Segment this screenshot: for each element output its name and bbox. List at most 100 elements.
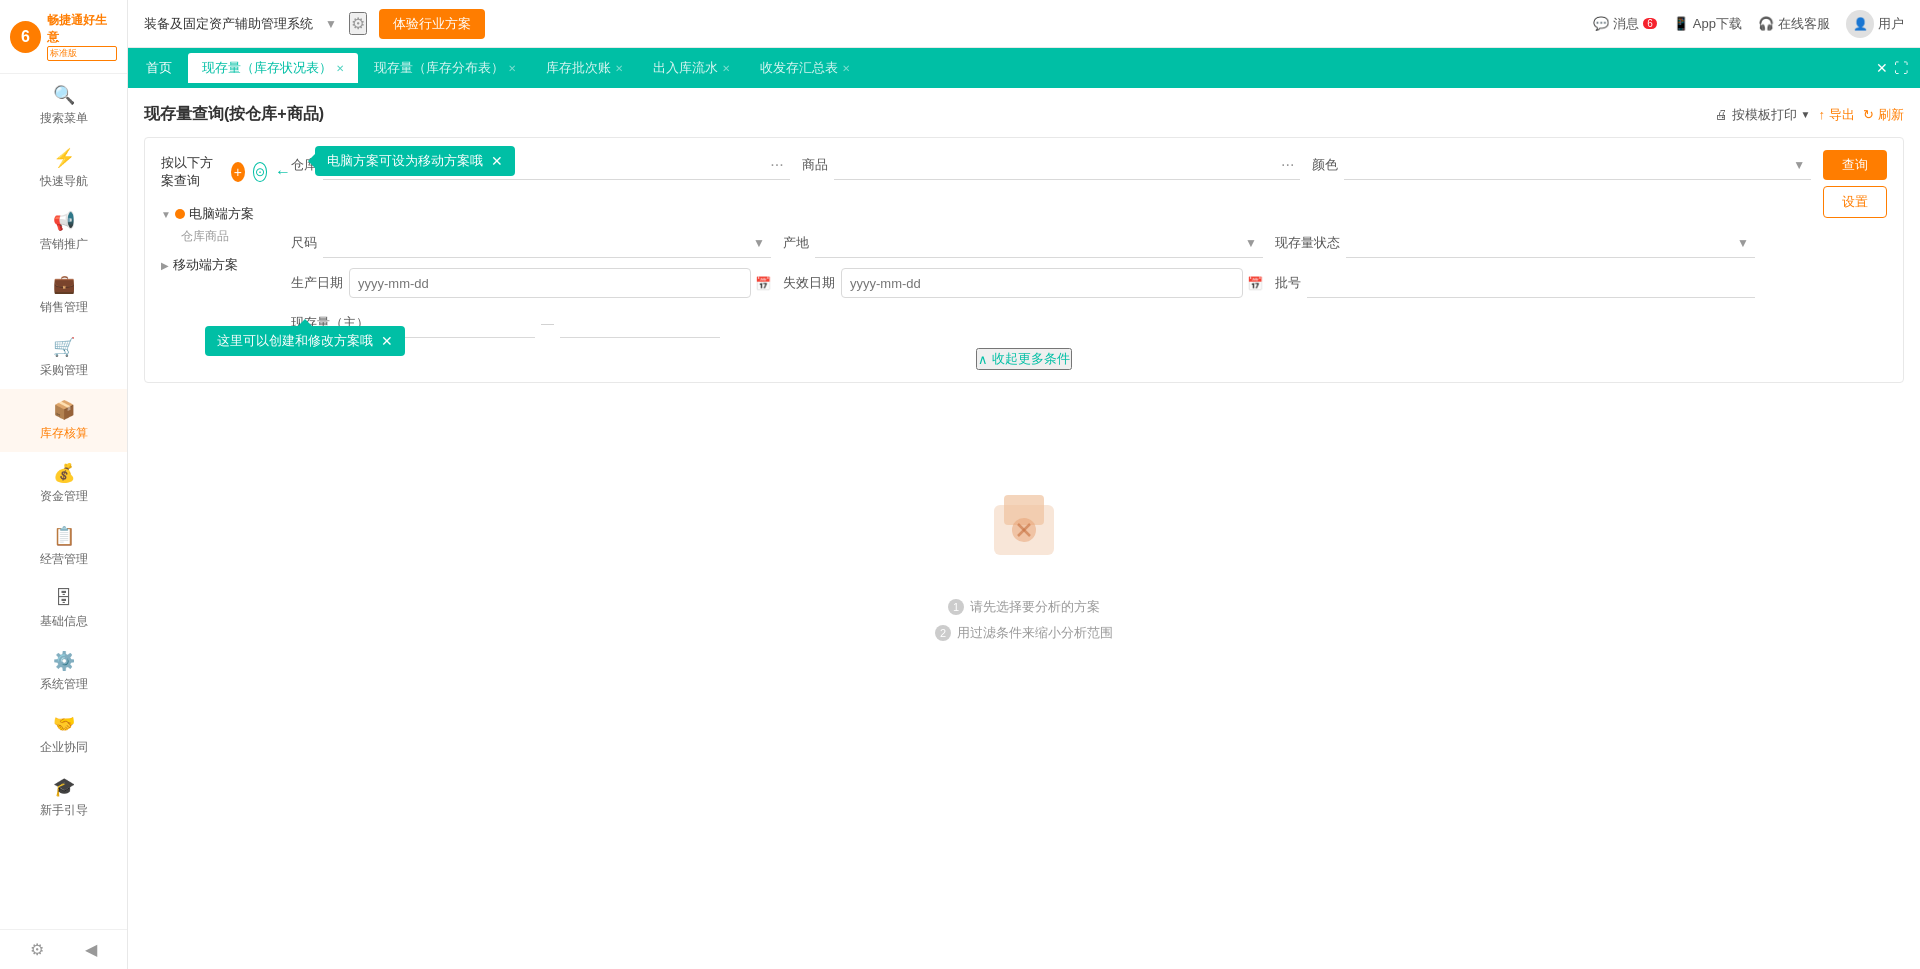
user-item[interactable]: 👤 用户 (1846, 10, 1904, 38)
expire-date-field: 失效日期 📅 (783, 268, 1263, 298)
tab-controls: ✕ ⛶ (1876, 60, 1916, 76)
scheme-sub: 仓库商品 (161, 226, 291, 247)
produce-date-input[interactable] (349, 268, 751, 298)
tooltip-create-scheme: 这里可以创建和修改方案哦 ✕ (205, 326, 405, 356)
sidebar-nav: 🔍 搜索菜单 ⚡ 快速导航 📢 营销推广 💼 销售管理 🛒 采购管理 📦 库存核… (0, 74, 127, 929)
filter-area: 电脑方案可设为移动方案哦 ✕ 这里可以创建和修改方案哦 ✕ 按以下方案查询 + … (144, 137, 1904, 383)
produce-date-calendar-icon[interactable]: 📅 (755, 276, 771, 291)
page-title-bar: 现存量查询(按仓库+商品) 🖨 按模板打印 ▼ ↑ 导出 ↻ 刷新 (144, 104, 1904, 125)
tab-bar: 首页 现存量（库存状况表） ✕ 现存量（库存分布表） ✕ 库存批次账 ✕ 出入库… (128, 48, 1920, 88)
sidebar-item-inventory[interactable]: 📦 库存核算 (0, 389, 127, 452)
goods-label: 商品 (802, 156, 828, 174)
filter-content: 按以下方案查询 + ⊙ ← ▼ 电脑端方案 (161, 150, 1887, 338)
sidebar-item-operations[interactable]: 📋 经营管理 (0, 515, 127, 578)
gear-button[interactable]: ⚙ (349, 12, 367, 35)
export-icon: ↑ (1819, 107, 1826, 122)
sidebar-item-finance[interactable]: 💰 资金管理 (0, 452, 127, 515)
print-icon: 🖨 (1715, 107, 1728, 122)
corp-icon: 🤝 (53, 713, 75, 735)
sidebar-item-corp[interactable]: 🤝 企业协同 (0, 703, 127, 766)
filter-bottom: ∧ 收起更多条件 (161, 348, 1887, 370)
filter-right: 仓库 ··· 商品 ··· (291, 150, 1887, 338)
tooltip-scheme: 电脑方案可设为移动方案哦 ✕ (315, 146, 515, 176)
print-button[interactable]: 🖨 按模板打印 ▼ (1715, 106, 1811, 124)
size-label: 尺码 (291, 234, 317, 252)
goods-ellipsis-icon[interactable]: ··· (1281, 156, 1294, 174)
tab-batch[interactable]: 库存批次账 ✕ (532, 53, 637, 83)
back-arrow-button[interactable]: ← (275, 163, 291, 181)
goods-input[interactable]: ··· (834, 150, 1301, 180)
scheme-item-mobile[interactable]: ▶ 移动端方案 (161, 253, 291, 277)
tab-inout[interactable]: 出入库流水 ✕ (639, 53, 744, 83)
purchase-icon: 🛒 (53, 336, 75, 358)
stock-status-dropdown[interactable]: ▼ (1346, 228, 1755, 258)
origin-dropdown[interactable]: ▼ (815, 228, 1263, 258)
expire-date-calendar-icon[interactable]: 📅 (1247, 276, 1263, 291)
stock-main-input-to[interactable] (560, 308, 720, 338)
collapse-sidebar-button[interactable]: ◀ (85, 940, 97, 959)
expand-arrow-icon: ▼ (161, 209, 171, 220)
filter-row2: 尺码 ▼ 产地 ▼ (291, 228, 1887, 258)
batch-no-field: 批号 (1275, 268, 1755, 298)
sidebar-item-guide[interactable]: 🎓 新手引导 (0, 766, 127, 829)
add-scheme-button[interactable]: + (231, 162, 245, 182)
online-support-item[interactable]: 🎧 在线客服 (1758, 15, 1830, 33)
system-icon: ⚙️ (53, 650, 75, 672)
origin-field: 产地 ▼ (783, 228, 1263, 258)
tab-close-inventory-dist[interactable]: ✕ (508, 63, 516, 74)
refresh-button[interactable]: ↻ 刷新 (1863, 106, 1904, 124)
sidebar-item-basic[interactable]: 🗄 基础信息 (0, 578, 127, 640)
app-download-item[interactable]: 📱 App下载 (1673, 15, 1742, 33)
empty-step2-text: 用过滤条件来缩小分析范围 (957, 624, 1113, 642)
print-arrow-icon: ▼ (1801, 109, 1811, 120)
tab-close-collect[interactable]: ✕ (842, 63, 850, 74)
export-button[interactable]: ↑ 导出 (1819, 106, 1856, 124)
empty-illustration (974, 475, 1074, 578)
sidebar-item-system[interactable]: ⚙️ 系统管理 (0, 640, 127, 703)
query-button[interactable]: 查询 (1823, 150, 1887, 180)
collapse-up-icon: ∧ (978, 352, 988, 367)
expire-date-label: 失效日期 (783, 274, 835, 292)
tab-home[interactable]: 首页 (132, 53, 186, 83)
reset-button[interactable]: 设置 (1823, 186, 1887, 218)
stock-main-sep: — (541, 316, 554, 331)
tab-close-all-button[interactable]: ✕ (1876, 60, 1888, 76)
sidebar-item-sales[interactable]: 💼 销售管理 (0, 263, 127, 326)
empty-state: 1 请先选择要分析的方案 2 用过滤条件来缩小分析范围 (144, 395, 1904, 726)
tab-inventory-dist[interactable]: 现存量（库存分布表） ✕ (360, 53, 530, 83)
tab-close-inventory-status[interactable]: ✕ (336, 63, 344, 74)
tab-inventory-status[interactable]: 现存量（库存状况表） ✕ (188, 53, 358, 83)
flash-icon: ⚡ (53, 147, 75, 169)
message-icon: 💬 (1593, 16, 1609, 31)
expire-date-input[interactable] (841, 268, 1243, 298)
settings-button[interactable]: ⚙ (30, 940, 44, 959)
inventory-icon: 📦 (53, 399, 75, 421)
logo-icon: 6 (10, 21, 41, 53)
warehouse-ellipsis-icon[interactable]: ··· (770, 156, 783, 174)
goods-field: 商品 ··· (802, 150, 1301, 180)
batch-no-input[interactable] (1307, 268, 1755, 298)
origin-label: 产地 (783, 234, 809, 252)
tab-expand-button[interactable]: ⛶ (1894, 60, 1908, 76)
industry-plan-button[interactable]: 体验行业方案 (379, 9, 485, 39)
tooltip-scheme-close[interactable]: ✕ (491, 153, 503, 169)
sidebar-item-search[interactable]: 🔍 搜索菜单 (0, 74, 127, 137)
page-area: 现存量查询(按仓库+商品) 🖨 按模板打印 ▼ ↑ 导出 ↻ 刷新 (128, 88, 1920, 969)
scheme-item-desktop[interactable]: ▼ 电脑端方案 (161, 202, 291, 226)
sidebar-item-quicknav[interactable]: ⚡ 快速导航 (0, 137, 127, 200)
color-dropdown[interactable]: ▼ (1344, 150, 1811, 180)
notifications-item[interactable]: 💬 消息 6 (1593, 15, 1657, 33)
active-dot-icon (175, 209, 185, 219)
tab-collect[interactable]: 收发存汇总表 ✕ (746, 53, 864, 83)
tooltip-create-close[interactable]: ✕ (381, 333, 393, 349)
sidebar-footer: ⚙ ◀ (0, 929, 127, 969)
collapse-filter-button[interactable]: ∧ 收起更多条件 (976, 348, 1072, 370)
main-area: 装备及固定资产辅助管理系统 ▼ ⚙ 体验行业方案 💬 消息 6 📱 App下载 … (128, 0, 1920, 969)
scheme-sub-label: 仓库商品 (181, 226, 291, 247)
sidebar-item-marketing[interactable]: 📢 营销推广 (0, 200, 127, 263)
size-dropdown[interactable]: ▼ (323, 228, 771, 258)
copy-scheme-button[interactable]: ⊙ (253, 162, 267, 182)
sidebar-item-purchase[interactable]: 🛒 采购管理 (0, 326, 127, 389)
tab-close-inout[interactable]: ✕ (722, 63, 730, 74)
tab-close-batch[interactable]: ✕ (615, 63, 623, 74)
